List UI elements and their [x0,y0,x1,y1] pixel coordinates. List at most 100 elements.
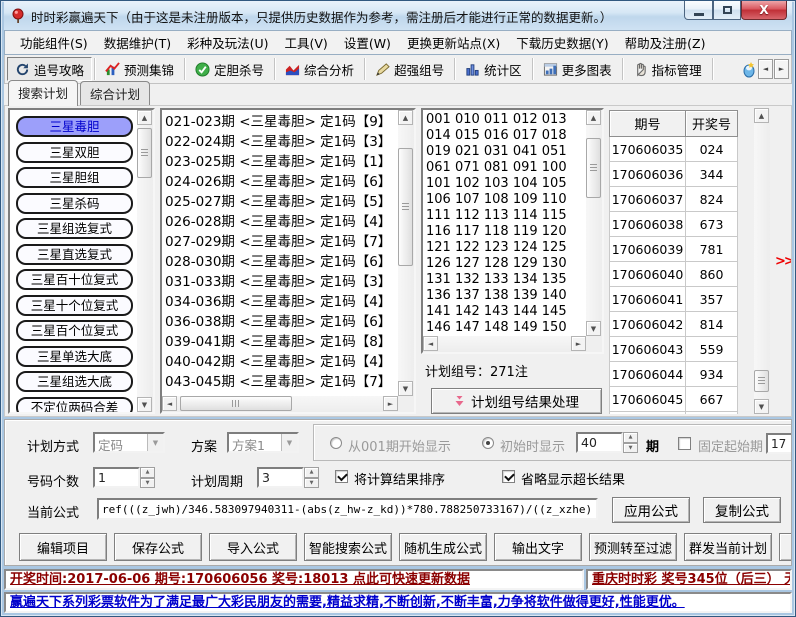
numbers-row[interactable]: 146 147 148 149 150 [426,320,586,336]
result-row[interactable]: 170606044 934 [609,361,738,387]
spin-up-icon[interactable]: ▲ [623,432,638,443]
scroll-thumb[interactable] [754,370,769,392]
plan-row[interactable]: 025-027期 <三星毒胆> 定1码【5】 [165,192,398,212]
numbers-row[interactable]: 136 137 138 139 140 [426,288,586,304]
sidebar-scrollbar[interactable]: ▲ ▼ [137,110,153,412]
plan-cycle-input[interactable] [257,467,304,488]
toolbar-button-chase-strategy[interactable]: 追号攻略 [7,57,93,81]
play-type-button[interactable]: 三星直选复式 [16,243,133,265]
scroll-down-icon[interactable]: ▼ [137,397,152,412]
action-button[interactable]: 导入公式 [209,533,297,561]
toolbar-button-more-charts[interactable]: 更多图表 [535,57,620,81]
numbers-row[interactable]: 101 102 103 104 105 [426,176,586,192]
spin-down-icon[interactable]: ▼ [623,442,638,453]
radio-initial-display[interactable] [482,437,494,449]
results-scrollbar[interactable]: ▲ ▼ [754,108,770,414]
numbers-row[interactable]: 061 071 081 091 100 [426,160,586,176]
play-type-button[interactable]: 三星毒胆 [16,116,133,137]
action-button[interactable]: 大 [779,533,791,561]
menu-item[interactable]: 功能组件(S) [13,30,95,55]
chevron-down-icon[interactable]: ▼ [147,434,163,451]
play-type-button[interactable]: 不定位两码合差 [16,396,133,412]
group-numbers-list[interactable]: 001 010 011 012 013 014 015 016 017 018 01… [423,110,586,336]
menu-item[interactable]: 帮助及注册(Z) [618,30,713,55]
lottery-mode-label[interactable]: 重庆时时彩 奖号345位（后三） 无间隔 单选排列 [586,569,792,590]
expand-panel-chevrons[interactable]: >> [775,254,791,269]
scroll-down-icon[interactable]: ▼ [754,399,769,414]
copy-formula-button[interactable]: 复制公式 [703,497,781,523]
scroll-thumb[interactable] [180,396,292,411]
scroll-left-icon[interactable]: ◄ [162,396,177,411]
number-count-spinner[interactable]: ▲▼ [93,467,155,488]
toolbar-button-pick-kill[interactable]: 定胆杀号 [187,57,272,81]
result-row[interactable]: 170606038 673 [609,211,738,237]
scroll-left-icon[interactable]: ◄ [423,336,438,351]
spin-up-icon[interactable]: ▲ [140,467,155,478]
numbers-row[interactable]: 106 107 108 109 110 [426,192,586,208]
formula-input[interactable] [97,498,598,520]
scroll-right-icon[interactable]: ► [383,396,398,411]
play-type-button[interactable]: 三星组选复式 [16,218,133,239]
tab-search-plan[interactable]: 搜索计划 [8,80,79,106]
scroll-thumb[interactable] [586,138,601,198]
result-row[interactable]: 170606039 781 [609,236,738,262]
scroll-left-button[interactable]: ◄ [758,59,773,79]
maximize-button[interactable] [713,1,741,20]
scroll-right-button[interactable]: ► [774,59,789,79]
play-type-button[interactable]: 三星组选大底 [16,371,133,392]
numbers-horizontal-scrollbar[interactable]: ◄ ► [423,336,586,352]
plan-list[interactable]: 021-023期 <三星毒胆> 定1码【9】 022-024期 <三星毒胆> 定1… [162,110,398,396]
fixed-start-checkbox[interactable] [678,437,691,450]
close-button[interactable]: X [741,1,787,20]
numbers-row[interactable]: 126 127 128 129 130 [426,256,586,272]
toolbar-button-forecast-collection[interactable]: 预测集锦 [97,57,182,81]
action-button[interactable]: 群发当前计划 [684,533,772,561]
numbers-row[interactable]: 131 132 133 134 135 [426,272,586,288]
play-type-button[interactable]: 三星双胆 [16,141,133,163]
result-row[interactable]: 170606041 357 [609,286,738,312]
result-row[interactable]: 170606040 860 [609,261,738,287]
plan-row[interactable]: 028-030期 <三星毒胆> 定1码【6】 [165,252,398,272]
messenger-icon[interactable] [741,60,757,78]
plan-row[interactable]: 023-025期 <三星毒胆> 定1码【1】 [165,152,398,172]
scroll-down-icon[interactable]: ▼ [398,381,413,396]
result-row[interactable]: 170606043 559 [609,336,738,362]
plan-mode-combobox[interactable]: 定码 ▼ [93,432,165,453]
scheme-combobox[interactable]: 方案1 ▼ [227,432,299,453]
plan-cycle-spinner[interactable]: ▲▼ [257,467,319,488]
scroll-up-icon[interactable]: ▲ [754,108,769,123]
draw-update-link[interactable]: 开奖时间:2017-06-06 期号:170606056 奖号:18013 点此… [4,569,584,590]
play-type-button[interactable]: 三星十个位复式 [16,294,133,316]
plan-horizontal-scrollbar[interactable]: ◄ ► [162,396,398,412]
result-row[interactable]: 170606036 344 [609,161,738,187]
plan-row[interactable]: 022-024期 <三星毒胆> 定1码【3】 [165,132,398,152]
scroll-right-icon[interactable]: ► [571,336,586,351]
play-type-button[interactable]: 三星杀码 [16,192,133,214]
action-button[interactable]: 随机生成公式 [399,533,487,561]
play-type-button[interactable]: 三星百十位复式 [16,269,133,290]
fixed-start-input[interactable] [766,433,791,454]
plan-vertical-scrollbar[interactable]: ▲ ▼ [398,110,414,396]
play-type-button[interactable]: 三星胆组 [16,167,133,188]
plan-row[interactable]: 039-041期 <三星毒胆> 定1码【8】 [165,332,398,352]
column-header-number[interactable]: 开奖号 [685,110,738,137]
menu-item[interactable]: 数据维护(T) [97,30,178,55]
plan-row[interactable]: 040-042期 <三星毒胆> 定1码【4】 [165,352,398,372]
process-results-button[interactable]: 计划组号结果处理 [431,388,602,414]
result-row[interactable]: 170606035 024 [609,136,738,162]
plan-row[interactable]: 036-038期 <三星毒胆> 定1码【6】 [165,312,398,332]
scroll-up-icon[interactable]: ▲ [586,110,601,125]
plan-row[interactable]: 034-036期 <三星毒胆> 定1码【4】 [165,292,398,312]
result-row[interactable]: 170606037 824 [609,186,738,212]
periods-input[interactable] [576,432,623,453]
action-button[interactable]: 预测转至过滤 [589,533,677,561]
scroll-thumb[interactable] [137,128,152,178]
plan-row[interactable]: 027-029期 <三星毒胆> 定1码【7】 [165,232,398,252]
spin-down-icon[interactable]: ▼ [304,477,319,488]
numbers-row[interactable]: 001 010 011 012 013 [426,112,586,128]
plan-row[interactable]: 026-028期 <三星毒胆> 定1码【4】 [165,212,398,232]
omit-long-checkbox[interactable] [502,470,515,483]
scroll-thumb[interactable] [398,148,413,266]
plan-row[interactable]: 043-045期 <三星毒胆> 定1码【7】 [165,372,398,392]
play-type-button[interactable]: 三星百个位复式 [16,320,133,341]
